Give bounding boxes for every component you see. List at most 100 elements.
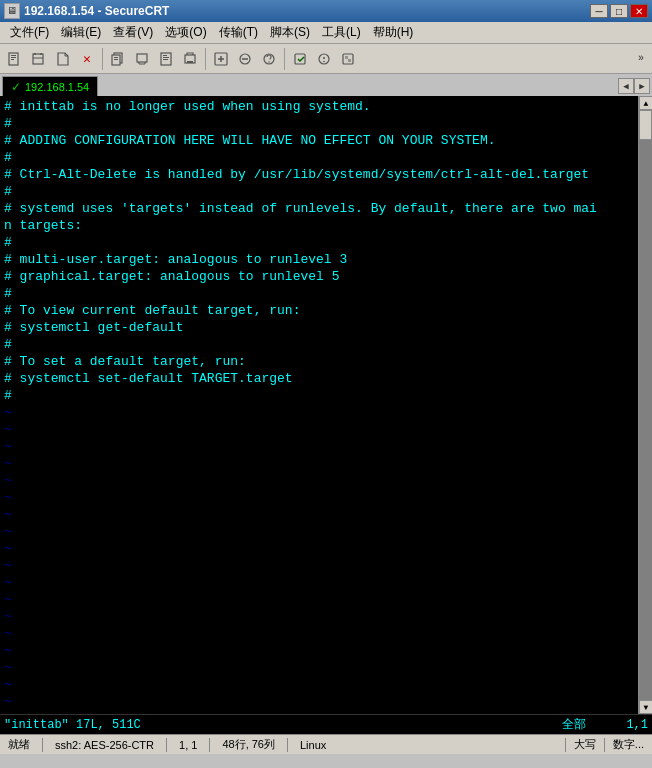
tb-btn-14[interactable] [337, 48, 359, 70]
tilde-11: ~ [4, 574, 634, 591]
num-lock-status: 数字... [609, 737, 648, 752]
tb-btn-7[interactable] [155, 48, 177, 70]
terminal-line-14: # systemctl get-default [4, 319, 634, 336]
terminal-line-17: # systemctl set-default TARGET.target [4, 370, 634, 387]
toolbar-overflow[interactable]: » [638, 53, 648, 64]
terminal[interactable]: # inittab is no longer used when using s… [0, 96, 652, 714]
tb-btn-9[interactable] [210, 48, 232, 70]
status-sep-4 [287, 738, 288, 752]
tb-btn-5[interactable] [107, 48, 129, 70]
window-title: 192.168.1.54 - SecureCRT [24, 4, 169, 18]
tb-btn-10[interactable] [234, 48, 256, 70]
tb-btn-13[interactable] [313, 48, 335, 70]
menu-transfer[interactable]: 传输(T) [213, 22, 264, 43]
scroll-thumb[interactable] [639, 110, 652, 140]
vim-quanbu: 全部 [562, 716, 586, 733]
tilde-3: ~ [4, 438, 634, 455]
tilde-16: ~ [4, 659, 634, 676]
tilde-10: ~ [4, 557, 634, 574]
svg-rect-15 [163, 57, 169, 58]
tab-check-icon: ✓ [11, 80, 21, 94]
toolbar-separator-2 [205, 48, 206, 70]
menu-view[interactable]: 查看(V) [107, 22, 159, 43]
svg-rect-16 [163, 59, 168, 60]
svg-rect-32 [348, 59, 351, 62]
tb-btn-1[interactable] [4, 48, 26, 70]
tb-btn-4[interactable]: ✕ [76, 48, 98, 70]
terminal-line-11: # graphical.target: analogous to runleve… [4, 268, 634, 285]
active-tab[interactable]: ✓ 192.168.1.54 [2, 76, 98, 96]
tab-bar: ✓ 192.168.1.54 ◀ ▶ [0, 74, 652, 96]
toolbar: ✕ » [0, 44, 652, 74]
tb-btn-3[interactable] [52, 48, 74, 70]
title-bar-left: 🖥 192.168.1.54 - SecureCRT [4, 3, 169, 19]
tab-label: 192.168.1.54 [25, 81, 89, 93]
tilde-7: ~ [4, 506, 634, 523]
terminal-size: 48行, 76列 [218, 737, 279, 752]
tilde-12: ~ [4, 591, 634, 608]
caps-lock-status: 大写 [570, 737, 600, 752]
tilde-19: ~ [4, 710, 634, 714]
toolbar-separator-1 [102, 48, 103, 70]
scroll-track[interactable] [639, 110, 652, 700]
close-button[interactable]: ✕ [630, 4, 648, 18]
terminal-line-16: # To set a default target, run: [4, 353, 634, 370]
encryption-info: ssh2: AES-256-CTR [51, 739, 158, 751]
scroll-up-button[interactable]: ▲ [639, 96, 652, 110]
tb-btn-8[interactable] [179, 48, 201, 70]
cursor-position: 1, 1 [175, 739, 201, 751]
title-bar: 🖥 192.168.1.54 - SecureCRT ─ □ ✕ [0, 0, 652, 22]
tilde-8: ~ [4, 523, 634, 540]
vim-status-bar: "inittab" 17L, 511C 全部 1,1 [0, 714, 652, 734]
menu-file[interactable]: 文件(F) [4, 22, 55, 43]
svg-rect-14 [163, 55, 167, 56]
tilde-2: ~ [4, 421, 634, 438]
minimize-button[interactable]: ─ [590, 4, 608, 18]
svg-rect-4 [33, 54, 43, 64]
menu-help[interactable]: 帮助(H) [367, 22, 420, 43]
tb-btn-2[interactable] [28, 48, 50, 70]
terminal-line-6: # [4, 183, 634, 200]
menu-tools[interactable]: 工具(L) [316, 22, 367, 43]
vim-file-info: "inittab" 17L, 511C [4, 718, 283, 732]
tb-btn-12[interactable] [289, 48, 311, 70]
tab-nav-right[interactable]: ▶ [634, 78, 650, 94]
terminal-line-13: # To view current default target, run: [4, 302, 634, 319]
status-sep-5 [565, 738, 566, 752]
terminal-line-5: # Ctrl-Alt-Delete is handled by /usr/lib… [4, 166, 634, 183]
svg-rect-2 [11, 57, 16, 58]
status-sep-3 [209, 738, 210, 752]
tab-nav-left[interactable]: ◀ [618, 78, 634, 94]
svg-rect-11 [114, 59, 118, 60]
menu-script[interactable]: 脚本(S) [264, 22, 316, 43]
menu-options[interactable]: 选项(O) [159, 22, 212, 43]
terminal-line-8: n targets: [4, 217, 634, 234]
menu-bar: 文件(F) 编辑(E) 查看(V) 选项(O) 传输(T) 脚本(S) 工具(L… [0, 22, 652, 44]
tab-navigation: ◀ ▶ [618, 78, 650, 94]
terminal-scrollbar[interactable]: ▲ ▼ [638, 96, 652, 714]
tilde-15: ~ [4, 642, 634, 659]
svg-rect-3 [11, 59, 14, 60]
svg-rect-18 [187, 61, 193, 63]
scroll-down-button[interactable]: ▼ [639, 700, 652, 714]
menu-edit[interactable]: 编辑(E) [55, 22, 107, 43]
status-sep-1 [42, 738, 43, 752]
terminal-line-15: # [4, 336, 634, 353]
securecrt-status-bar: 就绪 ssh2: AES-256-CTR 1, 1 48行, 76列 Linux… [0, 734, 652, 754]
os-type: Linux [296, 739, 330, 751]
connection-status: 就绪 [4, 737, 34, 752]
svg-rect-12 [137, 54, 147, 62]
terminal-line-3: # ADDING CONFIGURATION HERE WILL HAVE NO… [4, 132, 634, 149]
svg-rect-31 [345, 56, 348, 59]
terminal-line-10: # multi-user.target: analogous to runlev… [4, 251, 634, 268]
tilde-1: ~ [4, 404, 634, 421]
title-buttons: ─ □ ✕ [590, 4, 648, 18]
tb-btn-11[interactable] [258, 48, 280, 70]
maximize-button[interactable]: □ [610, 4, 628, 18]
tb-btn-6[interactable] [131, 48, 153, 70]
tilde-6: ~ [4, 489, 634, 506]
tilde-14: ~ [4, 625, 634, 642]
status-sep-2 [166, 738, 167, 752]
tilde-18: ~ [4, 693, 634, 710]
svg-rect-10 [114, 57, 118, 58]
